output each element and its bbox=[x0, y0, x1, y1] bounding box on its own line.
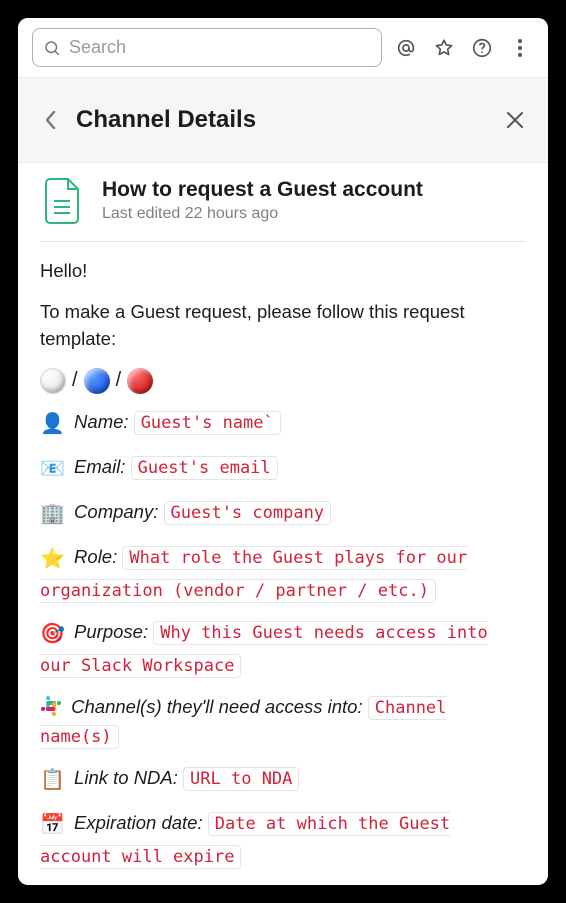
document-subtitle: Last edited 22 hours ago bbox=[102, 205, 423, 223]
blue-circle-icon bbox=[84, 368, 110, 394]
field-label: Role: bbox=[74, 546, 117, 567]
red-circle-icon bbox=[127, 368, 153, 394]
field-company: 🏢 Company: Guest's company bbox=[40, 497, 526, 530]
field-label: Expiration date: bbox=[74, 812, 203, 833]
slack-icon bbox=[40, 695, 62, 717]
document-header[interactable]: How to request a Guest account Last edit… bbox=[40, 173, 526, 239]
field-purpose: 🎯 Purpose: Why this Guest needs access i… bbox=[40, 617, 526, 680]
field-value: URL to NDA bbox=[183, 767, 299, 791]
slash-text: / bbox=[72, 366, 78, 395]
field-label: Company: bbox=[74, 501, 158, 522]
mentions-icon[interactable] bbox=[392, 34, 420, 62]
document-title: How to request a Guest account bbox=[102, 177, 423, 203]
target-icon: 🎯 bbox=[40, 623, 65, 645]
field-label: Purpose: bbox=[74, 621, 148, 642]
field-nda: 📋 Link to NDA: URL to NDA bbox=[40, 763, 526, 796]
field-value: Guest's company bbox=[164, 501, 332, 525]
field-expiration: 📅 Expiration date: Date at which the Gue… bbox=[40, 808, 526, 871]
field-email: 📧 Email: Guest's email bbox=[40, 452, 526, 485]
greeting-text: Hello! bbox=[40, 258, 526, 285]
white-circle-icon bbox=[40, 368, 66, 394]
help-icon[interactable] bbox=[468, 34, 496, 62]
person-icon: 👤 bbox=[40, 413, 65, 435]
search-icon bbox=[43, 39, 61, 57]
priority-circles: / / bbox=[40, 366, 526, 395]
panel-content: How to request a Guest account Last edit… bbox=[18, 163, 548, 885]
field-label: Name: bbox=[74, 411, 129, 432]
field-role: ⭐ Role: What role the Guest plays for ou… bbox=[40, 542, 526, 605]
field-name: 👤 Name: Guest's name` bbox=[40, 407, 526, 440]
panel-title: Channel Details bbox=[76, 106, 256, 134]
search-field[interactable] bbox=[32, 28, 382, 67]
field-value: Guest's email bbox=[131, 456, 278, 480]
star-icon[interactable] bbox=[430, 34, 458, 62]
field-label: Channel(s) they'll need access into: bbox=[71, 696, 362, 717]
field-label: Link to NDA: bbox=[74, 767, 178, 788]
document-card: How to request a Guest account Last edit… bbox=[40, 163, 526, 870]
intro-text: To make a Guest request, please follow t… bbox=[40, 299, 526, 353]
divider bbox=[40, 241, 526, 242]
field-channels: Channel(s) they'll need access into: Cha… bbox=[40, 692, 526, 751]
overflow-menu-icon[interactable] bbox=[506, 34, 534, 62]
field-label: Email: bbox=[74, 456, 125, 477]
search-input[interactable] bbox=[69, 37, 371, 58]
document-icon bbox=[44, 177, 84, 225]
calendar-icon: 📅 bbox=[40, 814, 65, 836]
clipboard-icon: 📋 bbox=[40, 769, 65, 791]
office-icon: 🏢 bbox=[40, 503, 65, 525]
top-bar bbox=[18, 18, 548, 77]
slash-text: / bbox=[116, 366, 122, 395]
email-icon: 📧 bbox=[40, 458, 65, 480]
star-emoji-icon: ⭐ bbox=[40, 548, 65, 570]
field-value: Guest's name` bbox=[134, 411, 281, 435]
document-body: Hello! To make a Guest request, please f… bbox=[40, 258, 526, 870]
back-button[interactable] bbox=[40, 109, 62, 131]
close-button[interactable] bbox=[504, 109, 526, 131]
panel-header: Channel Details bbox=[18, 77, 548, 163]
